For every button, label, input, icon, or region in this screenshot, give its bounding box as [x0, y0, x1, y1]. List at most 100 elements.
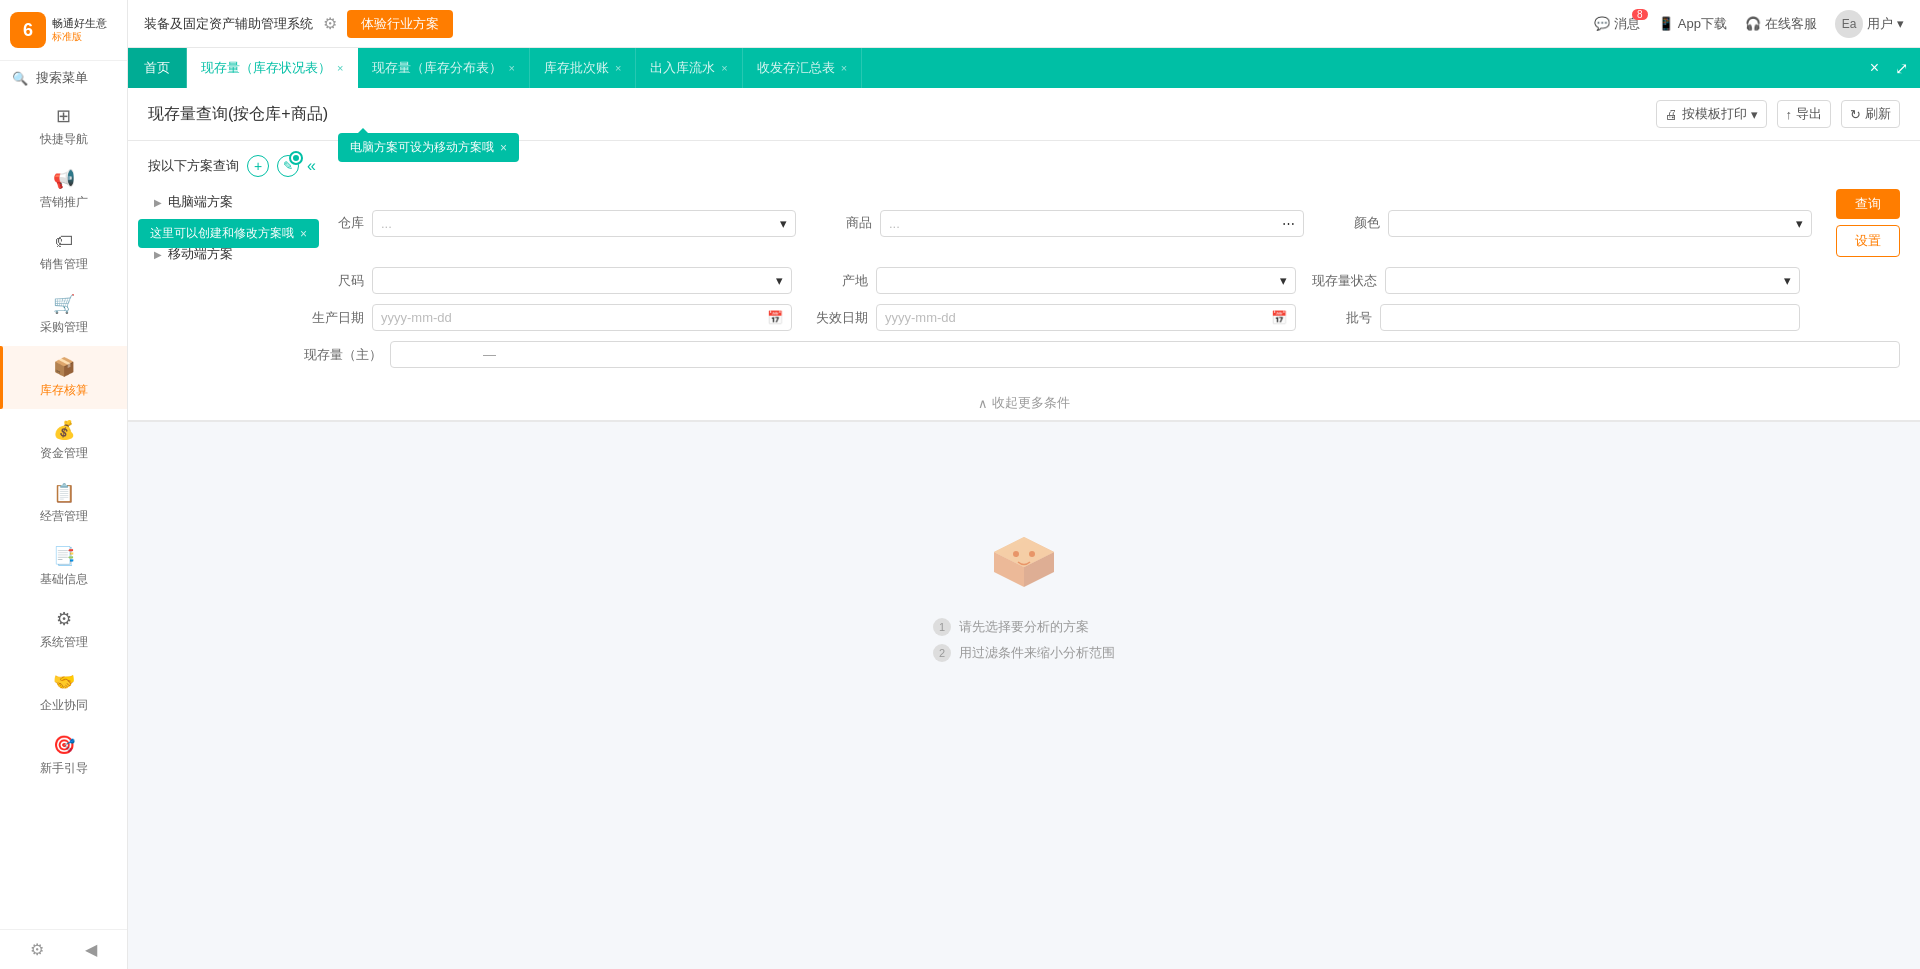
tab-label: 库存批次账 — [544, 59, 609, 77]
export-icon: ↑ — [1786, 107, 1793, 122]
search-btn[interactable]: 查询 — [1836, 189, 1900, 219]
tab-close-icon[interactable]: × — [721, 62, 727, 74]
logo-text-wrap: 畅通好生意 标准版 — [52, 16, 107, 44]
tab-stock-summary[interactable]: 收发存汇总表 × — [743, 48, 862, 88]
settings-bottom-icon[interactable]: ⚙ — [30, 940, 44, 959]
purchase-icon: 🛒 — [53, 293, 75, 315]
sidebar-item-system[interactable]: ⚙ 系统管理 — [0, 598, 127, 661]
sidebar-item-label: 快捷导航 — [40, 131, 88, 148]
filter-row-2: 尺码 ▾ 产地 ▾ — [304, 267, 1900, 294]
collapse-label: 收起更多条件 — [992, 394, 1070, 412]
tab-inventory-status[interactable]: 现存量（库存状况表） × — [187, 48, 358, 88]
tab-close-icon[interactable]: × — [508, 62, 514, 74]
tooltip-text: 电脑方案可设为移动方案哦 — [350, 139, 494, 156]
filter-row-3: 生产日期 yyyy-mm-dd 📅 失效日期 yyyy-mm-dd 📅 — [304, 304, 1900, 331]
collapse-btn[interactable]: ∧ 收起更多条件 — [978, 394, 1070, 412]
sidebar-item-operations[interactable]: 📋 经营管理 — [0, 472, 127, 535]
set-btn[interactable]: 设置 — [1836, 225, 1900, 257]
tab-batch-account[interactable]: 库存批次账 × — [530, 48, 636, 88]
size-label: 尺码 — [304, 272, 364, 290]
range-max-input[interactable] — [500, 347, 580, 362]
stock-status-select[interactable]: ▾ — [1385, 267, 1800, 294]
inventory-icon: 📦 — [53, 356, 75, 378]
size-select[interactable]: ▾ — [372, 267, 792, 294]
trial-btn[interactable]: 体验行业方案 — [347, 10, 453, 38]
messages-item[interactable]: 💬 消息 8 — [1594, 15, 1640, 33]
sidebar-item-label: 基础信息 — [40, 571, 88, 588]
sidebar-item-purchase[interactable]: 🛒 采购管理 — [0, 283, 127, 346]
production-date-input[interactable]: yyyy-mm-dd 📅 — [372, 304, 792, 331]
production-date-label: 生产日期 — [304, 309, 364, 327]
sidebar-search[interactable]: 🔍 搜索菜单 — [0, 61, 127, 95]
app-download-item[interactable]: 📱 App下载 — [1658, 15, 1727, 33]
export-btn[interactable]: ↑ 导出 — [1777, 100, 1832, 128]
search-icon: 🔍 — [12, 71, 28, 86]
fullscreen-icon[interactable]: ⤢ — [1891, 55, 1912, 82]
refresh-label: 刷新 — [1865, 105, 1891, 123]
page-title: 现存量查询(按仓库+商品) — [148, 104, 328, 125]
tooltip-close-btn[interactable]: × — [300, 227, 307, 241]
inventory-main-range[interactable]: — — [390, 341, 1900, 368]
user-item[interactable]: Ea 用户 ▾ — [1835, 10, 1904, 38]
tab-close-icon[interactable]: × — [337, 62, 343, 74]
sidebar-item-inventory[interactable]: 📦 库存核算 — [0, 346, 127, 409]
print-template-btn[interactable]: 🖨 按模板打印 ▾ — [1656, 100, 1767, 128]
online-support-label: 在线客服 — [1765, 15, 1817, 33]
collapse-bar: ∧ 收起更多条件 — [128, 386, 1920, 421]
expiry-date-input[interactable]: yyyy-mm-dd 📅 — [876, 304, 1296, 331]
sidebar-bottom: ⚙ ◀ — [0, 929, 127, 969]
filter-edit-btn[interactable]: ✎ — [277, 155, 299, 177]
chevron-down-icon: ▾ — [1796, 216, 1803, 231]
range-dash: — — [483, 347, 496, 362]
sidebar-item-label: 系统管理 — [40, 634, 88, 651]
sidebar-nav: ⊞ 快捷导航 📢 营销推广 🏷 销售管理 🛒 采购管理 📦 库存核算 💰 资金管… — [0, 95, 127, 929]
filter-back-btn[interactable]: « — [307, 157, 316, 175]
tab-close-icon[interactable]: × — [615, 62, 621, 74]
sidebar-item-label: 库存核算 — [40, 382, 88, 399]
sidebar-item-basic[interactable]: 📑 基础信息 — [0, 535, 127, 598]
chevron-up-icon: ∧ — [978, 396, 988, 411]
tab-home[interactable]: 首页 — [128, 48, 187, 88]
origin-select[interactable]: ▾ — [876, 267, 1296, 294]
tab-stock-flow[interactable]: 出入库流水 × — [636, 48, 742, 88]
goods-select[interactable]: ... ⋯ — [880, 210, 1304, 237]
tree-expand-icon: ▶ — [154, 249, 162, 260]
tooltip-text: 这里可以创建和修改方案哦 — [150, 225, 294, 242]
stock-status-label: 现存量状态 — [1312, 272, 1377, 290]
close-all-tabs-icon[interactable]: × — [1866, 55, 1883, 81]
tab-close-icon[interactable]: × — [841, 62, 847, 74]
stock-status-field: 现存量状态 ▾ — [1312, 267, 1800, 294]
operations-icon: 📋 — [53, 482, 75, 504]
sidebar-item-marketing[interactable]: 📢 营销推广 — [0, 158, 127, 221]
tab-inventory-distribution[interactable]: 现存量（库存分布表） × — [358, 48, 529, 88]
avatar: Ea — [1835, 10, 1863, 38]
corp-icon: 🤝 — [53, 671, 75, 693]
tip-num-2: 2 — [933, 644, 951, 662]
sidebar-item-label: 新手引导 — [40, 760, 88, 777]
tooltip-close-btn[interactable]: × — [500, 141, 507, 155]
tip-num-1: 1 — [933, 618, 951, 636]
sidebar-item-quick[interactable]: ⊞ 快捷导航 — [0, 95, 127, 158]
filter-header: 按以下方案查询 + ✎ « 电脑方案可设为移动方案哦 × — [148, 155, 1900, 177]
tip-text-1: 请先选择要分析的方案 — [959, 618, 1089, 636]
color-select[interactable]: ▾ — [1388, 210, 1812, 237]
scheme-desktop-header[interactable]: ▶ 电脑端方案 — [148, 189, 288, 215]
top-header: 装备及固定资产辅助管理系统 ⚙ 体验行业方案 💬 消息 8 📱 App下载 🎧 … — [128, 0, 1920, 48]
collapse-sidebar-icon[interactable]: ◀ — [85, 940, 97, 959]
refresh-btn[interactable]: ↻ 刷新 — [1841, 100, 1900, 128]
expiry-date-label: 失效日期 — [808, 309, 868, 327]
tip-text-2: 用过滤条件来缩小分析范围 — [959, 644, 1115, 662]
sidebar-item-finance[interactable]: 💰 资金管理 — [0, 409, 127, 472]
warehouse-select[interactable]: ... ▾ — [372, 210, 796, 237]
online-support-item[interactable]: 🎧 在线客服 — [1745, 15, 1817, 33]
batch-no-input[interactable] — [1380, 304, 1800, 331]
range-min-input[interactable] — [399, 347, 479, 362]
sidebar-item-sales[interactable]: 🏷 销售管理 — [0, 221, 127, 283]
header-settings-icon[interactable]: ⚙ — [323, 14, 337, 33]
tree-expand-icon: ▶ — [154, 197, 162, 208]
sidebar-item-corp[interactable]: 🤝 企业协同 — [0, 661, 127, 724]
basic-icon: 📑 — [53, 545, 75, 567]
filter-add-btn[interactable]: + — [247, 155, 269, 177]
filter-row-4: 现存量（主） — — [304, 341, 1900, 368]
sidebar-item-guide[interactable]: 🎯 新手引导 — [0, 724, 127, 787]
